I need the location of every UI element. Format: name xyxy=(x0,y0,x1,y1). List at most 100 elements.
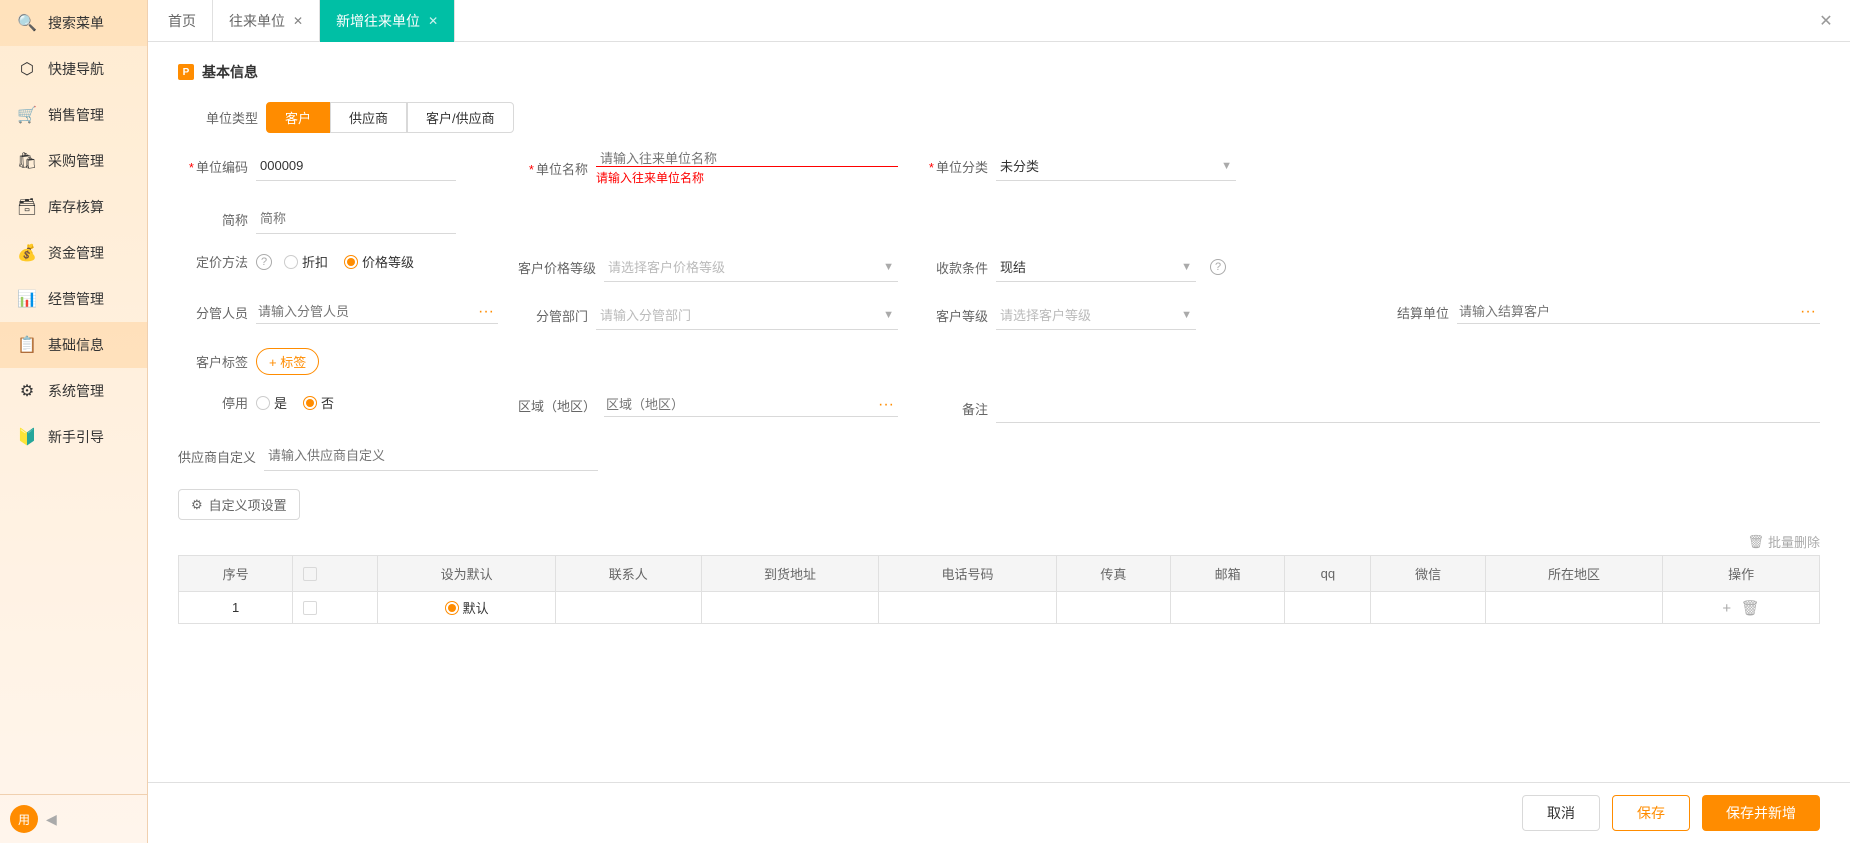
sidebar-item-label: 快捷导航 xyxy=(48,59,104,79)
pricing-level-option[interactable]: 价格等级 xyxy=(344,252,414,271)
unit-type-both-btn[interactable]: 客户/供应商 xyxy=(407,102,514,133)
row-add-button[interactable]: + xyxy=(1719,600,1734,617)
unit-name-input[interactable] xyxy=(596,151,898,167)
region-label: 区域（地区） xyxy=(518,396,596,415)
unit-code-input[interactable] xyxy=(256,151,456,181)
unit-type-label: 单位类型 xyxy=(178,108,258,127)
row-checkbox[interactable] xyxy=(303,601,317,615)
row-wechat xyxy=(1371,592,1485,624)
unit-category-select[interactable]: 未分类 ▼ xyxy=(996,151,1236,181)
short-name-label: 简称 xyxy=(178,210,248,229)
sidebar-item-inventory[interactable]: 🗃 库存核算 xyxy=(0,184,147,230)
row-location xyxy=(1485,592,1662,624)
sidebar-item-quick-nav[interactable]: ⬡ 快捷导航 xyxy=(0,46,147,92)
row-delete-button[interactable]: 🗑 xyxy=(1738,599,1763,617)
save-and-new-button[interactable]: 保存并新增 xyxy=(1702,795,1820,831)
batch-delete-label[interactable]: 批量删除 xyxy=(1768,532,1820,551)
disabled-label: 停用 xyxy=(178,393,248,412)
row-default-circle[interactable] xyxy=(445,601,459,615)
department-arrow: ▼ xyxy=(883,309,894,321)
sidebar-collapse-icon[interactable]: ◀ xyxy=(46,811,57,828)
window-close-button[interactable]: ✕ xyxy=(1806,0,1846,42)
unit-category-field: 单位分类 未分类 ▼ xyxy=(918,151,1820,181)
unit-category-arrow: ▼ xyxy=(1221,160,1232,172)
disabled-no-radio[interactable] xyxy=(303,396,317,410)
region-input-wrapper: ··· xyxy=(604,393,898,417)
col-default: 设为默认 xyxy=(378,556,555,592)
sidebar-item-system[interactable]: ⚙ 系统管理 xyxy=(0,368,147,414)
cancel-button[interactable]: 取消 xyxy=(1522,795,1600,831)
row-fax xyxy=(1056,592,1170,624)
sidebar-item-label: 采购管理 xyxy=(48,151,104,171)
disabled-field: 停用 是 否 xyxy=(178,393,498,412)
custom-settings-wrapper: ⚙ 自定义项设置 xyxy=(178,489,1820,520)
customer-level-select[interactable]: 请选择客户等级 ▼ xyxy=(996,300,1196,330)
sidebar-item-guide[interactable]: 🔰 新手引导 xyxy=(0,414,147,460)
settlement-unit-more-btn[interactable]: ··· xyxy=(1796,303,1820,321)
contact-table: 序号 设为默认 联系人 到货地址 电话号码 传真 邮箱 qq 微信 所在地区 操… xyxy=(178,555,1820,624)
row-default-radio[interactable]: 默认 xyxy=(388,598,544,617)
payment-terms-select[interactable]: 现结 ▼ xyxy=(996,252,1196,282)
short-name-input[interactable] xyxy=(256,204,456,234)
remarks-input[interactable] xyxy=(996,393,1820,423)
sidebar-item-purchase[interactable]: 🛍 采购管理 xyxy=(0,138,147,184)
payment-terms-arrow: ▼ xyxy=(1181,261,1192,273)
pricing-method-help-icon[interactable]: ? xyxy=(256,254,272,270)
select-all-checkbox[interactable] xyxy=(303,567,317,581)
sidebar-item-basic-info[interactable]: 📋 基础信息 xyxy=(0,322,147,368)
sidebar-item-label: 库存核算 xyxy=(48,197,104,217)
customer-price-level-label: 客户价格等级 xyxy=(518,258,596,277)
region-input[interactable] xyxy=(604,393,874,416)
sidebar: 🔍 搜索菜单 ⬡ 快捷导航 🛒 销售管理 🛍 采购管理 🗃 库存核算 💰 资金管… xyxy=(0,0,148,843)
payment-terms-help-icon[interactable]: ? xyxy=(1210,259,1226,275)
pricing-discount-option[interactable]: 折扣 xyxy=(284,252,328,271)
department-select[interactable]: 请输入分管部门 ▼ xyxy=(596,300,898,330)
unit-code-label: 单位编码 xyxy=(178,157,248,176)
save-button[interactable]: 保存 xyxy=(1612,795,1690,831)
disabled-no-option[interactable]: 否 xyxy=(303,393,334,412)
content-area: P 基本信息 单位类型 客户 供应商 客户/供应商 单位编码 xyxy=(148,42,1850,782)
tab-add-unit-close[interactable]: ✕ xyxy=(428,14,438,28)
custom-settings-button[interactable]: ⚙ 自定义项设置 xyxy=(178,489,300,520)
region-more-btn[interactable]: ··· xyxy=(874,396,898,414)
tab-unit-list[interactable]: 往来单位 ✕ xyxy=(213,0,320,42)
pricing-level-radio[interactable] xyxy=(344,255,358,269)
row-address xyxy=(701,592,878,624)
sidebar-item-finance[interactable]: 💰 资金管理 xyxy=(0,230,147,276)
supervisor-field: 分管人员 ··· xyxy=(178,300,498,324)
col-contact: 联系人 xyxy=(555,556,701,592)
sales-icon: 🛒 xyxy=(16,104,38,126)
disabled-yes-radio[interactable] xyxy=(256,396,270,410)
tab-add-unit[interactable]: 新增往来单位 ✕ xyxy=(320,0,455,42)
customer-level-label: 客户等级 xyxy=(918,306,988,325)
sidebar-item-search[interactable]: 🔍 搜索菜单 xyxy=(0,0,147,46)
sidebar-item-label: 搜索菜单 xyxy=(48,13,104,33)
disabled-radio-group: 是 否 xyxy=(256,393,334,412)
purchase-icon: 🛍 xyxy=(16,150,38,172)
customer-price-level-arrow: ▼ xyxy=(883,261,894,273)
supplier-custom-input[interactable] xyxy=(264,441,598,471)
add-tag-button[interactable]: + 标签 xyxy=(256,348,319,375)
supervisor-input[interactable] xyxy=(256,300,474,323)
sidebar-bottom: 用 ◀ xyxy=(0,794,147,843)
sidebar-item-sales[interactable]: 🛒 销售管理 xyxy=(0,92,147,138)
col-fax: 传真 xyxy=(1056,556,1170,592)
tab-unit-list-close[interactable]: ✕ xyxy=(293,14,303,28)
unit-type-customer-btn[interactable]: 客户 xyxy=(266,102,330,133)
unit-type-supplier-btn[interactable]: 供应商 xyxy=(330,102,407,133)
col-address: 到货地址 xyxy=(701,556,878,592)
disabled-yes-option[interactable]: 是 xyxy=(256,393,287,412)
sidebar-item-operation[interactable]: 📊 经营管理 xyxy=(0,276,147,322)
pricing-method-radio: 折扣 价格等级 xyxy=(284,252,414,271)
customer-tags-row: 客户标签 + 标签 xyxy=(178,348,1820,375)
table-row: 1 默认 xyxy=(179,592,1820,624)
supervisor-more-btn[interactable]: ··· xyxy=(474,303,498,321)
search-icon: 🔍 xyxy=(16,12,38,34)
sidebar-item-label: 基础信息 xyxy=(48,335,104,355)
tab-home[interactable]: 首页 xyxy=(152,0,213,42)
col-email: 邮箱 xyxy=(1170,556,1284,592)
settlement-unit-input[interactable] xyxy=(1457,300,1796,323)
tab-bar: 首页 往来单位 ✕ 新增往来单位 ✕ ✕ xyxy=(148,0,1850,42)
customer-price-level-select[interactable]: 请选择客户价格等级 ▼ xyxy=(604,252,898,282)
pricing-discount-radio[interactable] xyxy=(284,255,298,269)
